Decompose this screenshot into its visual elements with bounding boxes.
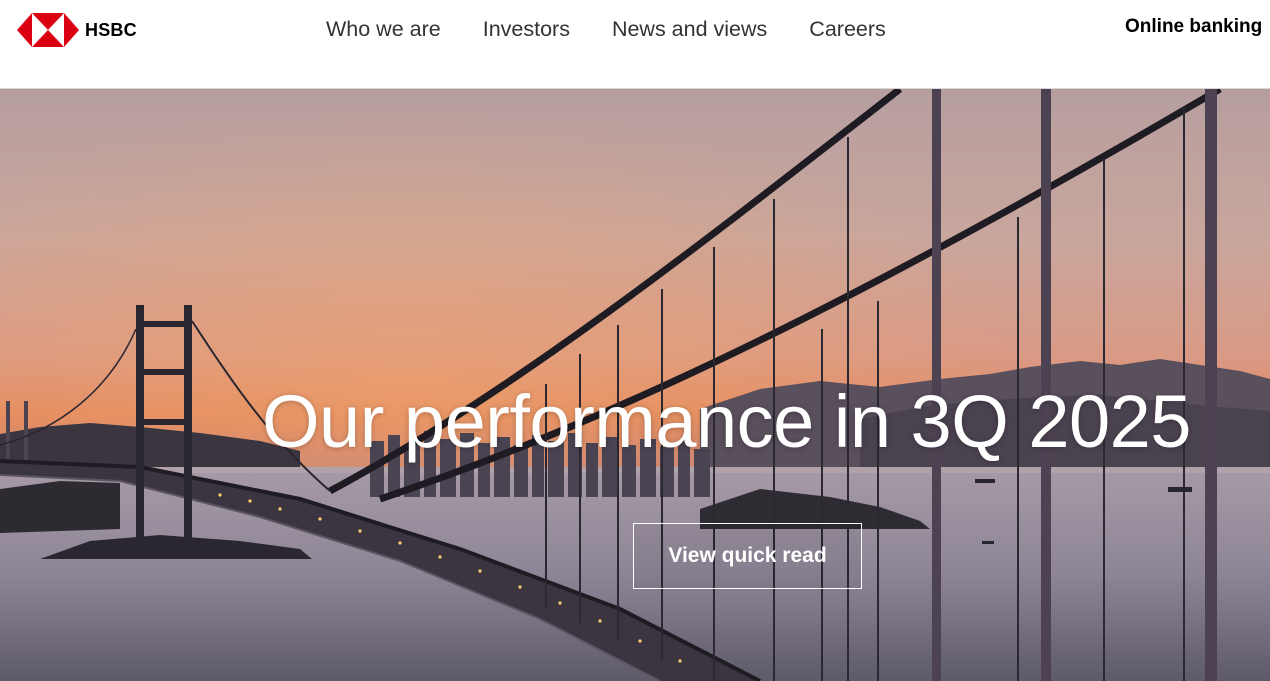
nav-item-who-we-are[interactable]: Who we are	[326, 17, 441, 42]
hero-banner: Our performance in 3Q 2025 View quick re…	[0, 89, 1270, 681]
nav-item-careers[interactable]: Careers	[809, 17, 885, 42]
online-banking-link[interactable]: Online banking	[1125, 16, 1262, 38]
site-header: HSBC Who we are Investors News and views…	[0, 0, 1270, 89]
view-quick-read-button[interactable]: View quick read	[633, 523, 862, 589]
page: HSBC Who we are Investors News and views…	[0, 0, 1270, 681]
hero-title: Our performance in 3Q 2025	[262, 380, 1191, 463]
main-nav: Who we are Investors News and views Care…	[326, 13, 928, 45]
hsbc-logo-link[interactable]: HSBC	[17, 13, 137, 47]
hsbc-hexagon-icon	[17, 13, 79, 47]
nav-item-investors[interactable]: Investors	[483, 17, 570, 42]
nav-item-news-and-views[interactable]: News and views	[612, 17, 767, 42]
brand-name: HSBC	[85, 19, 137, 40]
